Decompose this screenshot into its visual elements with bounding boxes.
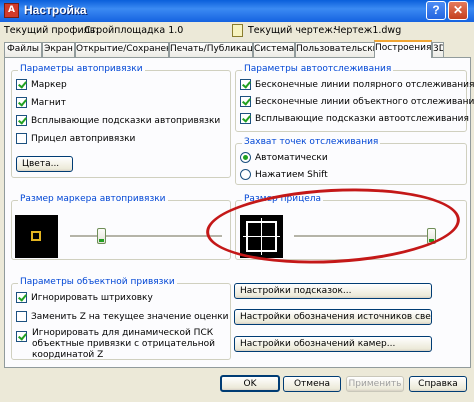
ignore-negative-z-checkbox[interactable]: Игнорировать для динамической ПСК объект… xyxy=(16,328,216,360)
tab-open-save[interactable]: Открытие/Сохранение xyxy=(75,42,169,57)
marker-size-slider-track[interactable] xyxy=(70,235,222,238)
autosnap-tooltips-label: Всплывающие подсказки автопривязки xyxy=(31,116,221,126)
ok-button[interactable]: OK xyxy=(220,375,280,392)
shift-to-acquire-label: Нажатием Shift xyxy=(255,170,328,180)
radio-selected-icon xyxy=(240,152,251,163)
ignore-hatch-checkbox[interactable]: Игнорировать штриховку xyxy=(16,292,153,305)
tab-files[interactable]: Файлы xyxy=(4,42,42,57)
ignore-negative-z-label: Игнорировать для динамической ПСК объект… xyxy=(32,328,215,360)
tab-bar: Файлы Экран Открытие/Сохранение Печать/П… xyxy=(4,40,474,58)
marker-size-slider-thumb[interactable] xyxy=(97,228,106,244)
checkbox-unchecked-icon xyxy=(16,133,27,144)
tooltip-settings-button[interactable]: Настройки подсказок... xyxy=(234,283,432,299)
aperture-size-title: Размер прицела xyxy=(242,194,324,204)
automatic-label: Автоматически xyxy=(255,153,328,163)
tab-user-preferences[interactable]: Пользовательские xyxy=(295,42,375,57)
checkbox-checked-icon xyxy=(16,79,27,90)
replace-z-checkbox[interactable]: Заменить Z на текущее значение оценки xyxy=(16,311,229,324)
crosshair-horizontal xyxy=(243,236,280,237)
aperture-size-slider-track[interactable] xyxy=(294,235,436,238)
checkbox-checked-icon xyxy=(240,113,251,124)
title-bar[interactable]: A Настройка ? ✕ xyxy=(0,0,474,22)
apply-button: Применить xyxy=(346,376,404,392)
radio-unselected-icon xyxy=(240,169,251,180)
current-profile-value: Стройплощадка 1.0 xyxy=(84,25,184,36)
lights-glyph-settings-button[interactable]: Настройки обозначения источников света..… xyxy=(234,309,432,325)
checkbox-checked-icon xyxy=(16,97,27,108)
autosnap-settings-title: Параметры автопривязки xyxy=(18,64,145,74)
full-screen-tracking-vector-label: Бесконечные линии объектного отслеживани… xyxy=(255,97,474,107)
current-drawing-label: Текущий чертеж: xyxy=(248,25,336,36)
tab-plot-publish[interactable]: Печать/Публикация xyxy=(169,42,253,57)
cameras-glyph-settings-button[interactable]: Настройки обозначений камер... xyxy=(234,336,432,352)
colors-button[interactable]: Цвета... xyxy=(16,156,73,172)
tab-drafting[interactable]: Построения xyxy=(374,40,432,58)
checkbox-checked-icon xyxy=(240,79,251,90)
magnet-label: Магнит xyxy=(31,98,66,108)
tab-display[interactable]: Экран xyxy=(42,42,75,57)
autosnap-tooltips-checkbox[interactable]: Всплывающие подсказки автопривязки xyxy=(16,115,220,128)
automatic-radio[interactable]: Автоматически xyxy=(240,152,328,165)
tab-system[interactable]: Система xyxy=(253,42,295,57)
magnet-checkbox[interactable]: Магнит xyxy=(16,97,66,110)
autotrack-tooltip-checkbox[interactable]: Всплывающие подсказки автоотслеживания xyxy=(240,113,469,126)
marker-size-title: Размер маркера автопривязки xyxy=(18,194,168,204)
marker-square-icon xyxy=(31,231,41,241)
autotrack-settings-title: Параметры автоотслеживания xyxy=(242,64,394,74)
checkbox-checked-icon xyxy=(16,115,27,126)
window-title: Настройка xyxy=(24,3,87,17)
app-icon: A xyxy=(4,3,19,18)
marker-label: Маркер xyxy=(31,80,67,90)
polar-tracking-vector-label: Бесконечные линии полярного отслеживания xyxy=(255,80,474,90)
polar-tracking-vector-checkbox[interactable]: Бесконечные линии полярного отслеживания xyxy=(240,79,474,92)
current-drawing-value: Чертеж1.dwg xyxy=(334,25,402,36)
marker-checkbox[interactable]: Маркер xyxy=(16,79,67,92)
cancel-button[interactable]: Отмена xyxy=(283,376,341,392)
aperture-box-checkbox[interactable]: Прицел автопривязки xyxy=(16,133,135,146)
replace-z-label: Заменить Z на текущее значение оценки xyxy=(31,312,229,322)
drawing-icon xyxy=(232,24,243,37)
checkbox-unchecked-icon xyxy=(16,311,27,322)
autotrack-tooltip-label: Всплывающие подсказки автоотслеживания xyxy=(255,114,469,124)
full-screen-tracking-vector-checkbox[interactable]: Бесконечные линии объектного отслеживани… xyxy=(240,96,474,109)
options-dialog: A Настройка ? ✕ Текущий профиль: Стройпл… xyxy=(0,0,474,402)
aperture-size-slider-thumb[interactable] xyxy=(427,228,436,244)
checkbox-checked-icon xyxy=(240,96,251,107)
tab-3d[interactable]: 3D xyxy=(432,42,444,57)
checkbox-checked-icon xyxy=(16,292,27,303)
close-button[interactable]: ✕ xyxy=(448,1,468,20)
aperture-preview xyxy=(240,215,283,258)
shift-to-acquire-radio[interactable]: Нажатием Shift xyxy=(240,169,328,182)
ignore-hatch-label: Игнорировать штриховку xyxy=(31,293,153,303)
help-title-button[interactable]: ? xyxy=(426,1,446,20)
checkbox-checked-icon xyxy=(16,331,27,342)
aperture-box-label: Прицел автопривязки xyxy=(31,134,136,144)
point-acquisition-title: Захват точек отслеживания xyxy=(242,137,381,147)
object-snap-options-title: Параметры объектной привязки xyxy=(18,277,177,287)
help-button[interactable]: Справка xyxy=(409,376,467,392)
marker-preview xyxy=(15,215,58,258)
